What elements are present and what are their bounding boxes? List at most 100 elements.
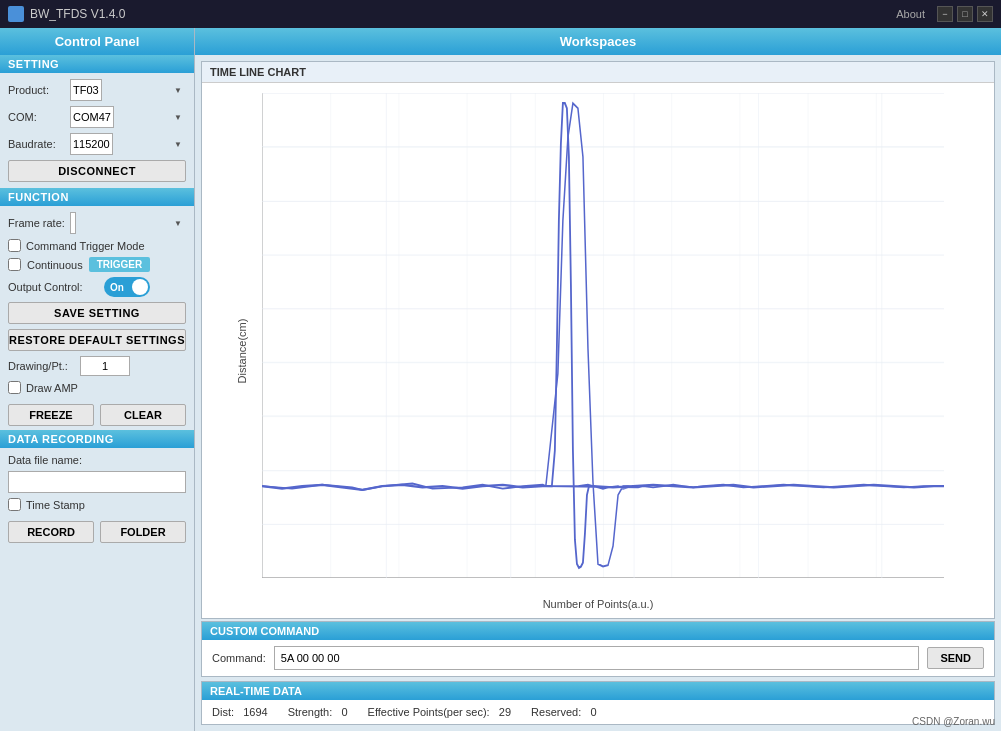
svg-rect-1 xyxy=(262,93,944,578)
x-axis-label: Number of Points(a.u.) xyxy=(543,598,654,610)
control-panel-header: Control Panel xyxy=(0,28,194,55)
watermark: CSDN @Zoran.wu xyxy=(912,716,995,727)
workspaces-header: Workspaces xyxy=(195,28,1001,55)
bottom-sections: CUSTOM COMMAND Command: SEND REAL-TIME D… xyxy=(195,621,1001,731)
titlebar-left: BW_TFDS V1.4.0 xyxy=(8,6,125,22)
continuous-trigger-row: Continuous TRIGGER xyxy=(8,257,186,272)
product-label: Product: xyxy=(8,84,66,96)
custom-command-section: CUSTOM COMMAND Command: SEND xyxy=(201,621,995,677)
setting-section-body: Product: TF03 TF02 TF01 COM: COM47 COM1 … xyxy=(0,73,194,188)
about-link[interactable]: About xyxy=(896,8,925,20)
drawing-pt-row: Drawing/Pt.: xyxy=(8,356,186,376)
product-select[interactable]: TF03 TF02 TF01 xyxy=(70,79,102,101)
com-select[interactable]: COM47 COM1 COM2 xyxy=(70,106,114,128)
drawing-pt-input[interactable] xyxy=(80,356,130,376)
continuous-checkbox[interactable] xyxy=(8,258,21,271)
data-file-label: Data file name: xyxy=(8,454,186,466)
app-title: BW_TFDS V1.4.0 xyxy=(30,7,125,21)
frame-rate-row: Frame rate: xyxy=(8,212,186,234)
command-trigger-label: Command Trigger Mode xyxy=(26,240,145,252)
product-select-wrapper: TF03 TF02 TF01 xyxy=(70,79,186,101)
time-stamp-label: Time Stamp xyxy=(26,499,85,511)
setting-section-header: SETTING xyxy=(0,55,194,73)
baudrate-row: Baudrate: 115200 9600 57600 xyxy=(8,133,186,155)
reserved-value: 0 xyxy=(590,706,596,718)
chart-container: TIME LINE CHART Distance(cm) Number of P… xyxy=(201,61,995,619)
send-button[interactable]: SEND xyxy=(927,647,984,669)
freeze-clear-row: FREEZE CLEAR xyxy=(0,400,194,430)
command-label: Command: xyxy=(212,652,266,664)
output-control-row: Output Control: On xyxy=(8,277,186,297)
chart-title: TIME LINE CHART xyxy=(202,62,994,83)
output-control-label: Output Control: xyxy=(8,281,98,293)
disconnect-button[interactable]: DISCONNECT xyxy=(8,160,186,182)
titlebar: BW_TFDS V1.4.0 About − □ ✕ xyxy=(0,0,1001,28)
product-row: Product: TF03 TF02 TF01 xyxy=(8,79,186,101)
chart-inner: Distance(cm) Number of Points(a.u.) xyxy=(202,83,994,618)
drawing-pt-label: Drawing/Pt.: xyxy=(8,360,76,372)
data-recording-header: DATA RECORDING xyxy=(0,430,194,448)
command-input[interactable] xyxy=(274,646,920,670)
app-icon xyxy=(8,6,24,22)
dist-item: Dist: 1694 xyxy=(212,706,268,718)
frame-rate-select-wrapper xyxy=(70,212,186,234)
baudrate-label: Baudrate: xyxy=(8,138,66,150)
dist-value: 1694 xyxy=(243,706,267,718)
titlebar-right: About − □ ✕ xyxy=(896,6,993,22)
data-recording-body: Data file name: Time Stamp xyxy=(0,448,194,517)
right-panel: Workspaces TIME LINE CHART Distance(cm) … xyxy=(195,28,1001,731)
save-setting-button[interactable]: SAVE SETTING xyxy=(8,302,186,324)
command-trigger-checkbox[interactable] xyxy=(8,239,21,252)
window-controls: − □ ✕ xyxy=(937,6,993,22)
baudrate-select[interactable]: 115200 9600 57600 xyxy=(70,133,113,155)
clear-button[interactable]: CLEAR xyxy=(100,404,186,426)
realtime-data-body: Dist: 1694 Strength: 0 Effective Points(… xyxy=(202,700,994,724)
frame-rate-label: Frame rate: xyxy=(8,217,66,229)
time-stamp-checkbox[interactable] xyxy=(8,498,21,511)
strength-item: Strength: 0 xyxy=(288,706,348,718)
chart-svg: 0 1000 2000 3000 4000 5 xyxy=(262,93,944,578)
com-select-wrapper: COM47 COM1 COM2 xyxy=(70,106,186,128)
left-panel: Control Panel SETTING Product: TF03 TF02… xyxy=(0,28,195,731)
eff-points-value: 29 xyxy=(499,706,511,718)
draw-amp-checkbox[interactable] xyxy=(8,381,21,394)
strength-value: 0 xyxy=(341,706,347,718)
frame-rate-select[interactable] xyxy=(70,212,76,234)
freeze-button[interactable]: FREEZE xyxy=(8,404,94,426)
data-file-input[interactable] xyxy=(8,471,186,493)
main-container: Control Panel SETTING Product: TF03 TF02… xyxy=(0,28,1001,731)
toggle-knob xyxy=(132,279,148,295)
record-button[interactable]: RECORD xyxy=(8,521,94,543)
baudrate-select-wrapper: 115200 9600 57600 xyxy=(70,133,186,155)
restore-default-button[interactable]: RESTORE DEFAULT SETTINGS xyxy=(8,329,186,351)
custom-command-body: Command: SEND xyxy=(202,640,994,676)
reserved-item: Reserved: 0 xyxy=(531,706,596,718)
function-section-header: FUNCTION xyxy=(0,188,194,206)
reserved-label: Reserved: xyxy=(531,706,581,718)
close-button[interactable]: ✕ xyxy=(977,6,993,22)
continuous-label: Continuous xyxy=(27,259,83,271)
chart-section: TIME LINE CHART Distance(cm) Number of P… xyxy=(195,55,1001,621)
draw-amp-row: Draw AMP xyxy=(8,381,186,394)
command-trigger-row: Command Trigger Mode xyxy=(8,239,186,252)
realtime-header: REAL-TIME DATA xyxy=(202,682,994,700)
trigger-button[interactable]: TRIGGER xyxy=(89,257,151,272)
record-folder-row: RECORD FOLDER xyxy=(0,517,194,547)
minimize-button[interactable]: − xyxy=(937,6,953,22)
folder-button[interactable]: FOLDER xyxy=(100,521,186,543)
custom-command-header: CUSTOM COMMAND xyxy=(202,622,994,640)
function-section-body: Frame rate: Command Trigger Mode Continu… xyxy=(0,206,194,400)
realtime-section: REAL-TIME DATA Dist: 1694 Strength: 0 Ef… xyxy=(201,681,995,725)
maximize-button[interactable]: □ xyxy=(957,6,973,22)
eff-points-item: Effective Points(per sec): 29 xyxy=(368,706,512,718)
com-row: COM: COM47 COM1 COM2 xyxy=(8,106,186,128)
y-axis-label: Distance(cm) xyxy=(236,318,248,383)
strength-label: Strength: xyxy=(288,706,333,718)
eff-points-label: Effective Points(per sec): xyxy=(368,706,490,718)
draw-amp-label: Draw AMP xyxy=(26,382,78,394)
dist-label: Dist: xyxy=(212,706,234,718)
com-label: COM: xyxy=(8,111,66,123)
output-control-toggle[interactable]: On xyxy=(104,277,150,297)
toggle-on-text: On xyxy=(110,282,124,293)
time-stamp-row: Time Stamp xyxy=(8,498,186,511)
